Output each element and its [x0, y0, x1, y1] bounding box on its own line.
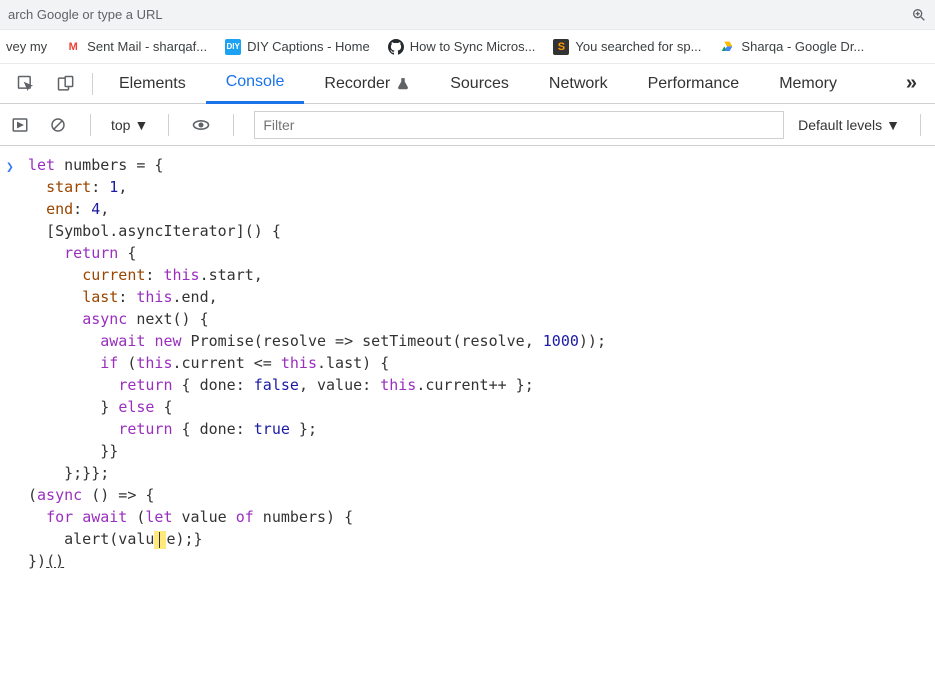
chevron-down-icon: ▼ — [134, 117, 148, 133]
bookmark-item[interactable]: M Sent Mail - sharqaf... — [65, 39, 207, 55]
prompt-chevron-icon: ❯ — [6, 154, 28, 572]
bookmark-label: Sent Mail - sharqaf... — [87, 39, 207, 54]
bookmark-label: vey my — [6, 39, 47, 54]
context-selector[interactable]: top ▼ — [111, 117, 148, 133]
sidebar-toggle-icon[interactable] — [8, 113, 32, 137]
gmail-icon: M — [65, 39, 81, 55]
address-bar-text[interactable]: arch Google or type a URL — [8, 7, 911, 22]
address-bar[interactable]: arch Google or type a URL — [0, 0, 935, 30]
devtools-tabs: Elements Console Recorder Sources Networ… — [0, 64, 935, 104]
tab-recorder[interactable]: Recorder — [304, 64, 430, 104]
inspect-element-icon[interactable] — [6, 64, 46, 104]
separator — [92, 73, 93, 95]
console-code[interactable]: let numbers = { start: 1, end: 4, [Symbo… — [28, 154, 606, 572]
googledrive-icon — [719, 39, 735, 55]
bookmark-label: Sharqa - Google Dr... — [741, 39, 864, 54]
search-zoom-icon[interactable] — [911, 7, 927, 23]
device-toolbar-icon[interactable] — [46, 64, 86, 104]
tab-console[interactable]: Console — [206, 64, 305, 104]
bookmark-label: DIY Captions - Home — [247, 39, 370, 54]
chevron-down-icon: ▼ — [886, 117, 900, 133]
tab-label: Recorder — [324, 75, 390, 93]
bookmark-item[interactable]: How to Sync Micros... — [388, 39, 536, 55]
more-tabs-icon[interactable]: » — [894, 72, 929, 95]
bookmark-item[interactable]: Sharqa - Google Dr... — [719, 39, 864, 55]
tab-elements[interactable]: Elements — [99, 64, 206, 104]
separator — [90, 114, 91, 136]
separator — [233, 114, 234, 136]
separator — [168, 114, 169, 136]
console-toolbar: top ▼ Default levels ▼ — [0, 104, 935, 146]
experiment-icon — [396, 77, 410, 91]
text-cursor — [154, 531, 166, 549]
log-levels-selector[interactable]: Default levels ▼ — [798, 117, 900, 133]
bookmarks-bar: vey my M Sent Mail - sharqaf... DIY DIY … — [0, 30, 935, 64]
console-prompt: ❯ let numbers = { start: 1, end: 4, [Sym… — [6, 154, 935, 572]
live-expression-icon[interactable] — [189, 113, 213, 137]
filter-input[interactable] — [254, 111, 784, 139]
tab-sources[interactable]: Sources — [430, 64, 529, 104]
tab-performance[interactable]: Performance — [628, 64, 760, 104]
bookmark-label: You searched for sp... — [575, 39, 701, 54]
separator — [920, 114, 921, 136]
bookmark-item[interactable]: DIY DIY Captions - Home — [225, 39, 370, 55]
tab-memory[interactable]: Memory — [759, 64, 857, 104]
clear-console-icon[interactable] — [46, 113, 70, 137]
sitepoint-icon: S — [553, 39, 569, 55]
console-body[interactable]: ❯ let numbers = { start: 1, end: 4, [Sym… — [0, 146, 935, 572]
context-label: top — [111, 117, 130, 133]
bookmark-item[interactable]: vey my — [6, 39, 47, 54]
github-icon — [388, 39, 404, 55]
levels-label: Default levels — [798, 117, 882, 133]
diy-icon: DIY — [225, 39, 241, 55]
bookmark-label: How to Sync Micros... — [410, 39, 536, 54]
bookmark-item[interactable]: S You searched for sp... — [553, 39, 701, 55]
tab-network[interactable]: Network — [529, 64, 628, 104]
